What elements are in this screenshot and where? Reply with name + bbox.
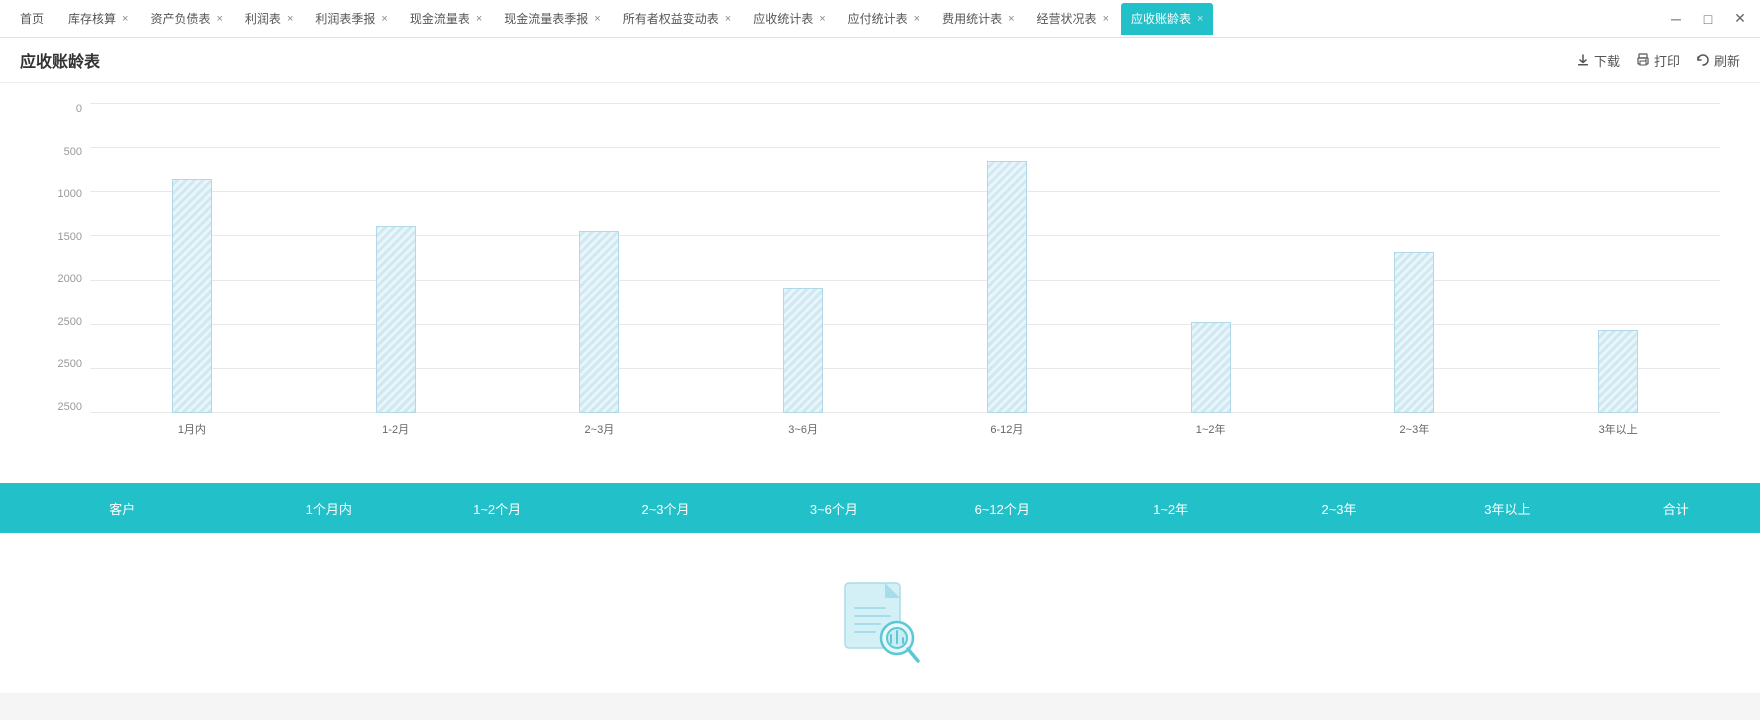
bar-group-1: 1-2月 [294,103,498,413]
y-label-1: 2500 [58,358,82,370]
chart-container: 2500 2500 2500 2000 1500 1000 500 0 [40,103,1720,443]
page-header: 应收账龄表 下载 打印 刷新 [0,38,1760,83]
bar-2 [579,231,619,413]
page-title: 应收账龄表 [20,48,100,72]
bar-6 [1394,252,1434,413]
bar-label-6: 2~3年 [1400,421,1430,437]
bar-label-2: 2~3月 [585,421,615,437]
print-button[interactable]: 打印 [1636,51,1680,70]
tab-ar-stats[interactable]: 应收统计表 × [743,3,835,35]
tab-bar-end: ─ □ ✕ [1664,7,1752,31]
tab-expense-stats[interactable]: 费用统计表 × [932,3,1024,35]
close-icon[interactable]: × [1197,13,1203,25]
th-month612: 6~12个月 [918,499,1086,518]
bar-label-3: 3~6月 [788,421,818,437]
close-icon[interactable]: × [725,13,731,25]
tab-home[interactable]: 首页 [8,3,56,35]
tab-cashflow[interactable]: 现金流量表 × [400,3,492,35]
th-customer: 客户 [0,499,245,518]
y-label-6: 500 [64,146,82,158]
refresh-icon [1696,53,1710,67]
bar-4 [987,161,1027,413]
th-month12: 1~2个月 [413,499,581,518]
close-icon[interactable]: × [381,13,387,25]
tab-profit[interactable]: 利润表 × [235,3,303,35]
y-label-4: 1500 [58,231,82,243]
bar-3 [783,288,823,413]
close-icon[interactable]: × [1103,13,1109,25]
y-axis: 2500 2500 2500 2000 1500 1000 500 0 [40,103,90,443]
th-month36: 3~6个月 [750,499,918,518]
bar-group-3: 3~6月 [701,103,905,413]
close-icon[interactable]: × [216,13,222,25]
download-button[interactable]: 下载 [1576,51,1620,70]
close-icon[interactable]: × [819,13,825,25]
bar-group-0: 1月内 [90,103,294,413]
empty-state [0,533,1760,693]
tab-inventory[interactable]: 库存核算 × [58,3,138,35]
bar-7 [1598,330,1638,413]
header-actions: 下载 打印 刷新 [1576,51,1740,70]
empty-illustration [825,573,935,673]
bar-label-0: 1月内 [178,421,206,437]
bars-container: 1月内1-2月2~3月3~6月6-12月1~2年2~3年3年以上 [90,103,1720,443]
bar-group-4: 6-12月 [905,103,1109,413]
tab-ap-stats[interactable]: 应付统计表 × [838,3,930,35]
bar-0 [172,179,212,413]
print-icon [1636,53,1650,67]
tab-equity[interactable]: 所有者权益变动表 × [613,3,741,35]
close-window-button[interactable]: ✕ [1728,7,1752,31]
tab-profit-quarterly[interactable]: 利润表季报 × [305,3,397,35]
close-icon[interactable]: × [122,13,128,25]
close-icon[interactable]: × [1008,13,1014,25]
th-year12: 1~2年 [1086,499,1254,518]
bar-label-1: 1-2月 [382,421,409,437]
close-icon[interactable]: × [594,13,600,25]
bar-group-7: 3年以上 [1516,103,1720,413]
th-year3plus: 3年以上 [1423,499,1591,518]
bar-group-5: 1~2年 [1109,103,1313,413]
y-label-3: 2000 [58,273,82,285]
table-header: 客户 1个月内 1~2个月 2~3个月 3~6个月 6~12个月 1~2年 2~… [0,483,1760,533]
close-icon[interactable]: × [476,13,482,25]
bar-label-7: 3年以上 [1599,421,1638,437]
close-icon[interactable]: × [287,13,293,25]
tab-bar: 首页 库存核算 × 资产负债表 × 利润表 × 利润表季报 × 现金流量表 × … [0,0,1760,38]
download-icon [1576,53,1590,67]
close-icon[interactable]: × [914,13,920,25]
y-label-2: 2500 [58,316,82,328]
minimize-button[interactable]: ─ [1664,7,1688,31]
bar-group-2: 2~3月 [498,103,702,413]
maximize-button[interactable]: □ [1696,7,1720,31]
th-month1: 1个月内 [245,499,413,518]
bar-label-5: 1~2年 [1196,421,1226,437]
main-content: 2500 2500 2500 2000 1500 1000 500 0 [0,83,1760,693]
th-total: 合计 [1592,499,1760,518]
y-label-5: 1000 [58,188,82,200]
y-label-7: 0 [76,103,82,115]
th-month23: 2~3个月 [581,499,749,518]
tab-cashflow-quarterly[interactable]: 现金流量表季报 × [494,3,610,35]
th-year23: 2~3年 [1255,499,1423,518]
tab-balance-sheet[interactable]: 资产负债表 × [140,3,232,35]
y-label-0: 2500 [58,401,82,413]
chart-body: 1月内1-2月2~3月3~6月6-12月1~2年2~3年3年以上 [90,103,1720,443]
chart-area: 2500 2500 2500 2000 1500 1000 500 0 [0,83,1760,483]
bar-5 [1191,322,1231,413]
refresh-button[interactable]: 刷新 [1696,51,1740,70]
bar-group-6: 2~3年 [1313,103,1517,413]
bar-label-4: 6-12月 [990,421,1023,437]
bar-1 [376,226,416,413]
tab-business-status[interactable]: 经营状况表 × [1027,3,1119,35]
tab-ar-aging[interactable]: 应收账龄表 × [1121,3,1213,35]
